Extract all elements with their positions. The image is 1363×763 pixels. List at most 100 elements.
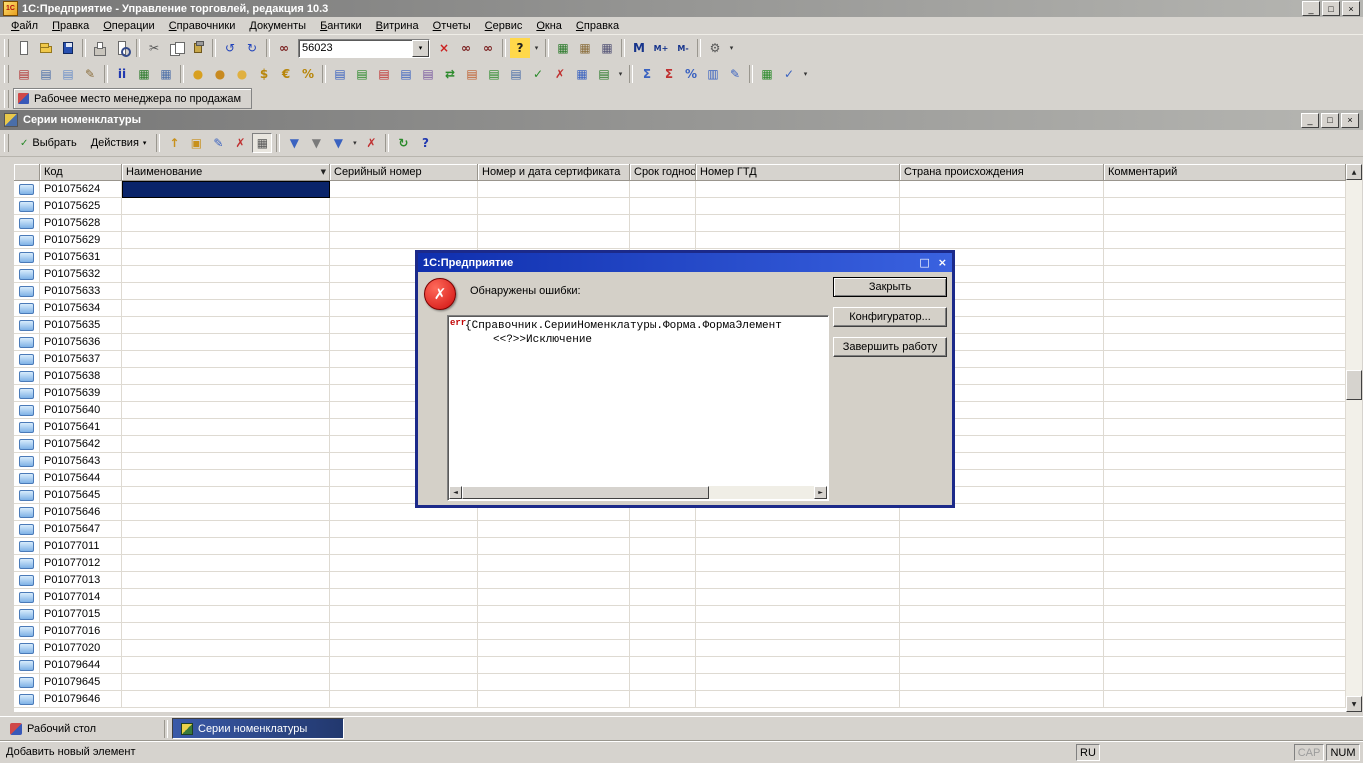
menu-reports[interactable]: Отчеты	[426, 18, 478, 34]
cash-expense-icon[interactable]: ●	[210, 64, 230, 84]
cell-code[interactable]: P01075635	[40, 317, 122, 334]
cell-icon[interactable]	[14, 572, 40, 589]
actions-button[interactable]: Действия ▾	[84, 135, 154, 151]
cell-name[interactable]	[122, 351, 330, 368]
cell-comment[interactable]	[1104, 589, 1346, 606]
cell-code[interactable]: P01079645	[40, 674, 122, 691]
menu-windows[interactable]: Окна	[529, 18, 569, 34]
cell-certificate[interactable]	[478, 657, 630, 674]
restore-button[interactable]: □	[1322, 1, 1340, 16]
cell-gtd[interactable]	[696, 589, 900, 606]
table-row[interactable]: P01079644	[14, 657, 1346, 674]
cell-icon[interactable]	[14, 300, 40, 317]
tab-desktop[interactable]: Рабочий стол	[2, 718, 160, 739]
cell-icon[interactable]	[14, 606, 40, 623]
cell-icon[interactable]	[14, 334, 40, 351]
memory-subtract-icon[interactable]: М-	[673, 38, 693, 58]
cell-serial[interactable]	[330, 589, 478, 606]
filter-dropdown-icon[interactable]: ▾	[349, 133, 360, 153]
dialog-maximize-button[interactable]: □	[919, 257, 929, 268]
cell-icon[interactable]	[14, 351, 40, 368]
table-row[interactable]: P01077013	[14, 572, 1346, 589]
customer-order-icon[interactable]: ▤	[330, 64, 350, 84]
cell-country[interactable]	[900, 640, 1104, 657]
cell-icon[interactable]	[14, 657, 40, 674]
menu-references[interactable]: Справочники	[162, 18, 243, 34]
cell-name[interactable]	[122, 606, 330, 623]
cell-code[interactable]: P01077012	[40, 555, 122, 572]
tools-icon[interactable]: ⚙	[705, 38, 725, 58]
cell-comment[interactable]	[1104, 657, 1346, 674]
cell-code[interactable]: P01075642	[40, 436, 122, 453]
cell-comment[interactable]	[1104, 538, 1346, 555]
table-row[interactable]: P01075647	[14, 521, 1346, 538]
toolbar-grip[interactable]	[4, 65, 9, 83]
cell-comment[interactable]	[1104, 215, 1346, 232]
counterparties-icon[interactable]: ii	[112, 64, 132, 84]
dialog-close-button[interactable]: ×	[938, 257, 947, 268]
paste-icon[interactable]	[188, 38, 208, 58]
filter-icon[interactable]: ▼	[284, 133, 304, 153]
column-header-code[interactable]: Код	[40, 164, 122, 181]
capitalization-icon[interactable]: ▤	[484, 64, 504, 84]
menu-file[interactable]: Файл	[4, 18, 45, 34]
cell-name[interactable]	[122, 385, 330, 402]
table-row[interactable]: P01075629	[14, 232, 1346, 249]
shutdown-button[interactable]: Завершить работу	[833, 337, 947, 357]
cell-icon[interactable]	[14, 487, 40, 504]
cell-gtd[interactable]	[696, 606, 900, 623]
table-row[interactable]: P01077020	[14, 640, 1346, 657]
scroll-right-icon[interactable]: ►	[814, 486, 827, 499]
print-preview-icon[interactable]	[112, 38, 132, 58]
cell-comment[interactable]	[1104, 623, 1346, 640]
cell-code[interactable]: P01075624	[40, 181, 122, 198]
table-row[interactable]: P01077016	[14, 623, 1346, 640]
statement-report-icon[interactable]: ▥	[703, 64, 723, 84]
dialog-title-bar[interactable]: 1С:Предприятие □ ×	[418, 253, 952, 272]
cell-name[interactable]	[122, 317, 330, 334]
cell-code[interactable]: P01077015	[40, 606, 122, 623]
cell-serial[interactable]	[330, 198, 478, 215]
cell-expiry[interactable]	[630, 623, 696, 640]
cell-icon[interactable]	[14, 521, 40, 538]
sort-descending-icon[interactable]: ▼	[321, 168, 326, 176]
cell-icon[interactable]	[14, 589, 40, 606]
sales-invoice-icon[interactable]: ▤	[374, 64, 394, 84]
cell-name[interactable]	[122, 198, 330, 215]
edit-item-icon[interactable]: ✎	[208, 133, 228, 153]
cell-icon[interactable]	[14, 623, 40, 640]
sales-report-icon[interactable]: Σ	[637, 64, 657, 84]
documents-journal-icon[interactable]: ▤	[506, 64, 526, 84]
cell-serial[interactable]	[330, 657, 478, 674]
reference-book-icon[interactable]: ▤	[594, 64, 614, 84]
table-row[interactable]: P01077015	[14, 606, 1346, 623]
cell-icon[interactable]	[14, 436, 40, 453]
cell-name[interactable]	[122, 504, 330, 521]
cell-name[interactable]	[122, 181, 330, 198]
filter-by-value-icon[interactable]: ▼	[306, 133, 326, 153]
find-icon[interactable]: ∞	[274, 38, 294, 58]
cell-name[interactable]	[122, 249, 330, 266]
table-row[interactable]: P01075628	[14, 215, 1346, 232]
keyboard-language-indicator[interactable]: RU	[1076, 744, 1100, 761]
cell-code[interactable]: P01075625	[40, 198, 122, 215]
cell-certificate[interactable]	[478, 232, 630, 249]
cell-icon[interactable]	[14, 232, 40, 249]
cell-icon[interactable]	[14, 538, 40, 555]
cell-name[interactable]	[122, 215, 330, 232]
find-next-icon[interactable]: ∞	[456, 38, 476, 58]
cell-name[interactable]	[122, 300, 330, 317]
cell-country[interactable]	[900, 181, 1104, 198]
help-icon[interactable]: ?	[415, 133, 435, 153]
cell-expiry[interactable]	[630, 538, 696, 555]
cell-comment[interactable]	[1104, 674, 1346, 691]
cell-certificate[interactable]	[478, 538, 630, 555]
find-combobox[interactable]: 56023 ▾	[298, 38, 430, 58]
menu-vitrina[interactable]: Витрина	[369, 18, 426, 34]
horizontal-scrollbar[interactable]: ◄ ►	[449, 486, 827, 499]
cell-country[interactable]	[900, 691, 1104, 708]
cell-comment[interactable]	[1104, 232, 1346, 249]
cell-comment[interactable]	[1104, 385, 1346, 402]
column-header-serial[interactable]: Серийный номер	[330, 164, 478, 181]
cell-expiry[interactable]	[630, 657, 696, 674]
